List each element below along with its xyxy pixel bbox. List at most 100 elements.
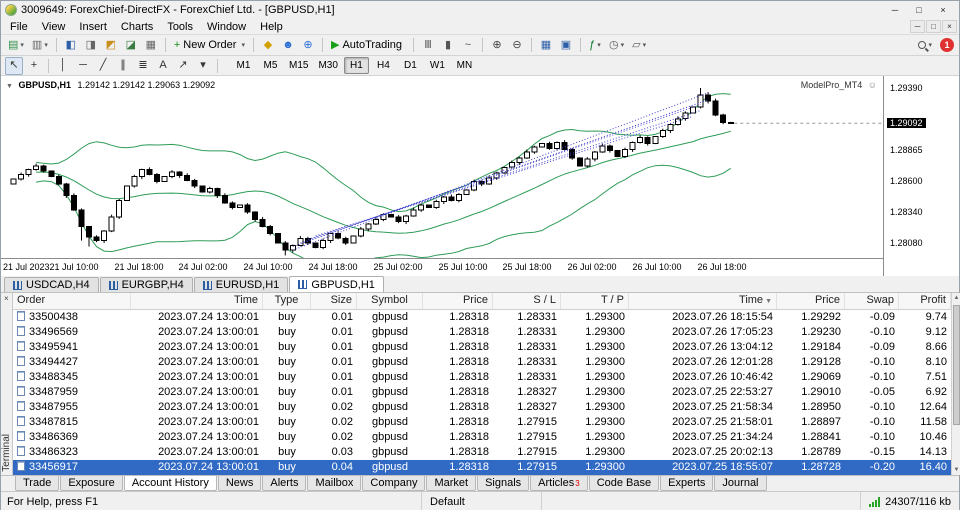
scrollbar-thumb[interactable] <box>953 305 960 425</box>
crosshair-tool-button[interactable]: + <box>25 57 43 75</box>
terminal-tab-account-history[interactable]: Account History <box>124 476 217 491</box>
market-watch-button[interactable]: ◧ <box>62 36 80 54</box>
terminal-tab-news[interactable]: News <box>218 476 262 491</box>
profiles-button[interactable]: ▥▾ <box>29 36 51 54</box>
timeframe-m1[interactable]: M1 <box>231 57 256 74</box>
indicators-button[interactable]: ƒ▾ <box>586 36 604 54</box>
text-button[interactable]: A <box>154 57 172 75</box>
vertical-line-button[interactable]: │ <box>54 57 72 75</box>
terminal-vertical-label[interactable]: Terminal <box>1 434 13 472</box>
scroll-up-icon[interactable]: ▲ <box>952 295 960 301</box>
tile-windows-button[interactable]: ▦ <box>537 36 555 54</box>
metaeditor-button[interactable]: ◆ <box>259 36 277 54</box>
menu-view[interactable]: View <box>35 20 73 34</box>
terminal-button[interactable]: ◪ <box>122 36 140 54</box>
terminal-tab-exposure[interactable]: Exposure <box>60 476 122 491</box>
timeframe-mn[interactable]: MN <box>452 57 477 74</box>
mdi-restore-button[interactable]: □ <box>926 20 941 33</box>
column-header-sl[interactable]: S / L <box>493 293 561 309</box>
terminal-tab-alerts[interactable]: Alerts <box>262 476 306 491</box>
terminal-scrollbar[interactable]: ▲ ▼ <box>951 293 960 475</box>
templates-button[interactable]: ▱▾ <box>629 36 649 54</box>
chart-collapse-icon[interactable]: ▼ <box>6 83 13 90</box>
chart-tab-eurgbp-h4[interactable]: EURGBP,H4 <box>100 277 193 292</box>
mdi-minimize-button[interactable]: ─ <box>910 20 925 33</box>
channel-button[interactable]: ∥ <box>114 57 132 75</box>
column-header-tp[interactable]: T / P <box>561 293 629 309</box>
chart-window[interactable]: ▼ GBPUSD,H1 1.29142 1.29142 1.29063 1.29… <box>1 76 959 276</box>
terminal-tab-market[interactable]: Market <box>426 476 476 491</box>
history-row[interactable]: 334959412023.07.24 13:00:01buy0.01gbpusd… <box>13 340 951 355</box>
horizontal-line-button[interactable]: ─ <box>74 57 92 75</box>
timeframe-w1[interactable]: W1 <box>425 57 450 74</box>
terminal-tab-articles[interactable]: Articles3 <box>530 476 588 491</box>
terminal-tab-code-base[interactable]: Code Base <box>589 476 659 491</box>
minimize-button[interactable]: ─ <box>883 3 907 18</box>
terminal-close-button[interactable]: × <box>4 294 9 303</box>
column-header-price[interactable]: Price <box>423 293 493 309</box>
autotrading-button[interactable]: ▶AutoTrading <box>328 36 408 54</box>
history-row[interactable]: 334879552023.07.24 13:00:01buy0.02gbpusd… <box>13 400 951 415</box>
timeframe-h1[interactable]: H1 <box>344 57 369 74</box>
history-row[interactable]: 334879592023.07.24 13:00:01buy0.01gbpusd… <box>13 385 951 400</box>
new-chart-button[interactable]: ▤▾ <box>5 36 27 54</box>
data-window-button[interactable]: ◨ <box>82 36 100 54</box>
history-row[interactable]: 334569172023.07.24 13:00:01buy0.04gbpusd… <box>13 460 951 475</box>
column-header-open_time[interactable]: Time <box>131 293 263 309</box>
history-row[interactable]: 334878152023.07.24 13:00:01buy0.02gbpusd… <box>13 415 951 430</box>
menu-charts[interactable]: Charts <box>114 20 160 34</box>
restore-button[interactable]: □ <box>907 3 931 18</box>
chart-tab-usdcad-h4[interactable]: USDCAD,H4 <box>4 277 99 292</box>
objects-list-button[interactable]: ▾ <box>194 57 212 75</box>
menu-window[interactable]: Window <box>200 20 253 34</box>
column-header-type[interactable]: Type <box>263 293 311 309</box>
search-button[interactable]: ▾ <box>915 36 935 54</box>
terminal-tab-mailbox[interactable]: Mailbox <box>307 476 361 491</box>
history-row[interactable]: 334883452023.07.24 13:00:01buy0.01gbpusd… <box>13 370 951 385</box>
menu-tools[interactable]: Tools <box>160 20 200 34</box>
column-header-size[interactable]: Size <box>311 293 357 309</box>
terminal-tab-company[interactable]: Company <box>362 476 425 491</box>
cascade-windows-button[interactable]: ▣ <box>557 36 575 54</box>
website-button[interactable]: ⊕ <box>299 36 317 54</box>
history-row[interactable]: 334965692023.07.24 13:00:01buy0.01gbpusd… <box>13 325 951 340</box>
history-row[interactable]: 334863232023.07.24 13:00:01buy0.03gbpusd… <box>13 445 951 460</box>
timeframe-d1[interactable]: D1 <box>398 57 423 74</box>
chart-bars-button[interactable]: Ⅲ <box>419 36 437 54</box>
timeframe-h4[interactable]: H4 <box>371 57 396 74</box>
menu-help[interactable]: Help <box>253 20 290 34</box>
column-header-close_time[interactable]: Time▼ <box>629 293 777 309</box>
price-chart[interactable] <box>1 76 885 258</box>
time-axis[interactable]: 21 Jul 202321 Jul 10:0021 Jul 18:0024 Ju… <box>1 258 885 276</box>
column-header-close_price[interactable]: Price <box>777 293 845 309</box>
terminal-tab-signals[interactable]: Signals <box>477 476 529 491</box>
chart-line-button[interactable]: ~ <box>459 36 477 54</box>
timeframe-m30[interactable]: M30 <box>314 57 341 74</box>
periods-button[interactable]: ◷▾ <box>606 36 627 54</box>
zoom-in-button[interactable]: ⊕ <box>488 36 506 54</box>
terminal-tab-journal[interactable]: Journal <box>714 476 766 491</box>
chart-tab-eurusd-h1[interactable]: EURUSD,H1 <box>194 277 289 292</box>
zoom-out-button[interactable]: ⊖ <box>508 36 526 54</box>
history-row[interactable]: 334944272023.07.24 13:00:01buy0.01gbpusd… <box>13 355 951 370</box>
cursor-tool-button[interactable]: ↖ <box>5 57 23 75</box>
column-header-symbol[interactable]: Symbol <box>357 293 423 309</box>
chart-tab-gbpusd-h1[interactable]: GBPUSD,H1 <box>289 276 384 292</box>
menu-insert[interactable]: Insert <box>72 20 114 34</box>
column-header-profit[interactable]: Profit <box>899 293 951 309</box>
scroll-down-icon[interactable]: ▼ <box>952 467 960 473</box>
navigator-button[interactable]: ◩ <box>102 36 120 54</box>
community-button[interactable]: ☻ <box>279 36 297 54</box>
new-order-button[interactable]: +New Order▾ <box>171 36 248 54</box>
close-button[interactable]: × <box>931 3 955 18</box>
mdi-close-button[interactable]: × <box>942 20 957 33</box>
chart-candles-button[interactable]: ▮ <box>439 36 457 54</box>
column-header-swap[interactable]: Swap <box>845 293 899 309</box>
notifications-badge[interactable]: 1 <box>940 38 954 52</box>
terminal-tab-trade[interactable]: Trade <box>15 476 59 491</box>
arrows-button[interactable]: ↗ <box>174 57 192 75</box>
timeframe-m5[interactable]: M5 <box>258 57 283 74</box>
timeframe-m15[interactable]: M15 <box>285 57 312 74</box>
strategy-tester-button[interactable]: ▦ <box>142 36 160 54</box>
history-row[interactable]: 334863692023.07.24 13:00:01buy0.02gbpusd… <box>13 430 951 445</box>
